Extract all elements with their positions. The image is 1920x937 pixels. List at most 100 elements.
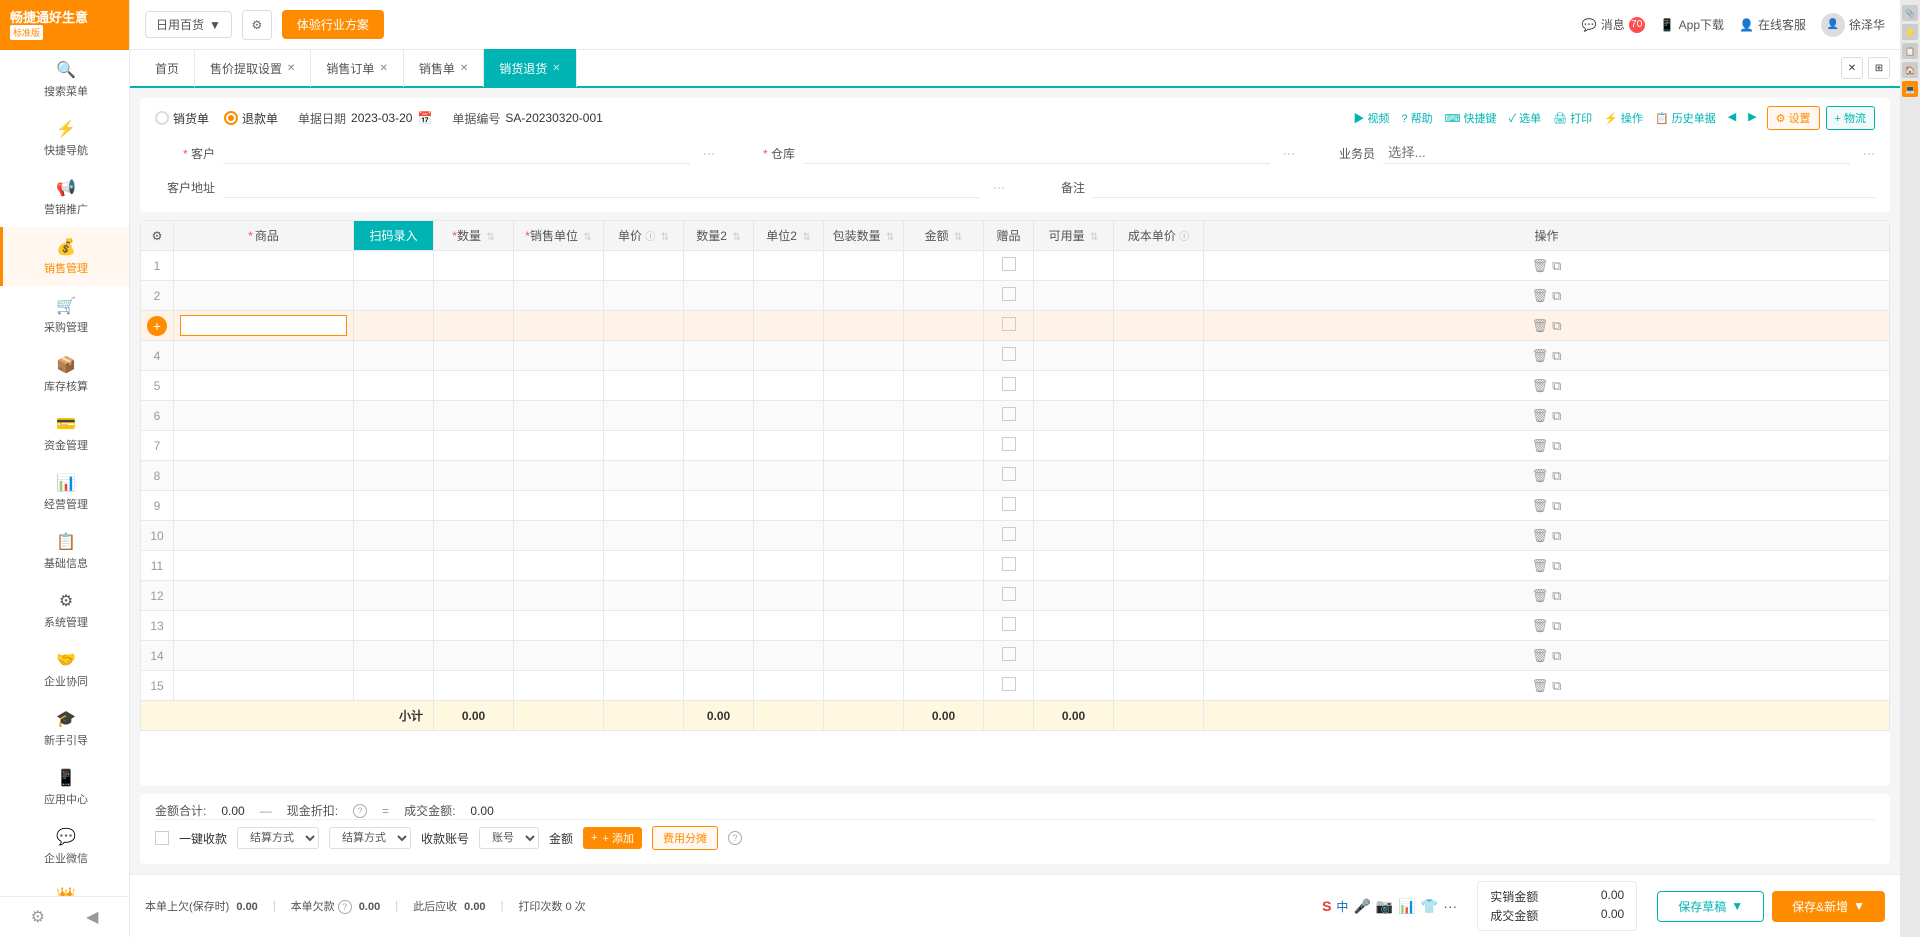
copy-row-button[interactable]: ⧉ (1552, 588, 1561, 604)
copy-row-button[interactable]: ⧉ (1552, 408, 1561, 424)
price-cell[interactable] (604, 611, 684, 641)
salesman-input[interactable] (1383, 142, 1850, 164)
pack-qty-cell[interactable] (824, 461, 904, 491)
unit-cell[interactable] (514, 251, 604, 281)
user-profile[interactable]: 👤 徐泽华 (1821, 13, 1885, 37)
operation-action[interactable]: ⚡ 操作 (1604, 110, 1643, 126)
close-icon[interactable]: ✕ (460, 63, 468, 74)
gift-cell[interactable] (984, 401, 1034, 431)
price-cell[interactable] (604, 401, 684, 431)
sidebar-item-apps[interactable]: 📱 应用中心 (0, 758, 129, 817)
th-settings[interactable]: ⚙ (141, 221, 174, 251)
product-input[interactable] (180, 315, 347, 336)
amount-cell[interactable] (904, 311, 984, 341)
panel-btn-3[interactable]: 📋 (1902, 43, 1918, 59)
calendar-icon[interactable]: 📅 (417, 111, 432, 125)
sidebar-item-enterprise[interactable]: 🤝 企业协同 (0, 640, 129, 699)
price-cell[interactable] (604, 371, 684, 401)
print-action[interactable]: 🖨 打印 (1553, 110, 1592, 126)
product-cell[interactable] (174, 641, 354, 671)
qty2-cell[interactable] (684, 281, 754, 311)
add-row-button[interactable]: + (147, 316, 167, 336)
delete-row-button[interactable]: 🗑 (1532, 618, 1549, 634)
pack-qty-cell[interactable] (824, 401, 904, 431)
qty-cell[interactable] (434, 641, 514, 671)
expand-tab-button[interactable]: ⊞ (1868, 57, 1890, 79)
sidebar-item-wechat[interactable]: 💬 企业微信 (0, 817, 129, 876)
settings-button[interactable]: ⚙ 设置 (1767, 106, 1820, 130)
product-cell[interactable] (174, 431, 354, 461)
gift-cell[interactable] (984, 461, 1034, 491)
qty2-cell[interactable] (684, 521, 754, 551)
shortcut-action[interactable]: ⌨ 快捷键 (1445, 110, 1497, 126)
app-download-item[interactable]: 📱 App下载 (1660, 16, 1724, 33)
warehouse-input[interactable]: 总仓 (803, 142, 1270, 164)
gift-checkbox[interactable] (1002, 407, 1016, 421)
amount-cell[interactable] (904, 431, 984, 461)
sidebar-item-purchase[interactable]: 🛒 采购管理 (0, 286, 129, 345)
gift-cell[interactable] (984, 611, 1034, 641)
unit-cell[interactable] (514, 491, 604, 521)
delete-row-button[interactable]: 🗑 (1532, 648, 1549, 664)
product-cell[interactable] (174, 341, 354, 371)
settlement-select[interactable]: 结算方式 (237, 827, 319, 849)
gift-checkbox[interactable] (1002, 647, 1016, 661)
pack-qty-cell[interactable] (824, 311, 904, 341)
add-payment-button[interactable]: + + 添加 (583, 827, 642, 849)
copy-row-button[interactable]: ⧉ (1552, 438, 1561, 454)
unit-cell[interactable] (514, 311, 604, 341)
qty-cell[interactable] (434, 551, 514, 581)
sidebar-item-operation[interactable]: 📊 经营管理 (0, 463, 129, 522)
gift-cell[interactable] (984, 641, 1034, 671)
pack-qty-cell[interactable] (824, 671, 904, 701)
gift-checkbox[interactable] (1002, 617, 1016, 631)
close-icon[interactable]: ✕ (379, 63, 387, 74)
notification-item[interactable]: 💬 消息 70 (1582, 16, 1645, 33)
panel-btn-5[interactable]: 💻 (1902, 81, 1918, 97)
customer-input[interactable] (223, 142, 690, 164)
qty-cell[interactable] (434, 401, 514, 431)
sidebar-item-marketing[interactable]: 📢 营销推广 (0, 168, 129, 227)
more-icon[interactable]: ··· (1443, 898, 1457, 914)
add-row-cell[interactable]: + (141, 311, 174, 341)
qty-cell[interactable] (434, 431, 514, 461)
amount-cell[interactable] (904, 251, 984, 281)
radio-sale[interactable]: 销货单 (155, 110, 209, 127)
sidebar-item-guide[interactable]: 🎓 新手引导 (0, 699, 129, 758)
warehouse-dots[interactable]: ··· (1283, 146, 1295, 160)
price-cell[interactable] (604, 251, 684, 281)
product-cell[interactable] (174, 311, 354, 341)
delete-row-button[interactable]: 🗑 (1532, 528, 1549, 544)
one-click-checkbox[interactable] (155, 831, 169, 845)
copy-row-button[interactable]: ⧉ (1552, 258, 1561, 274)
sidebar-item-shortcut[interactable]: ⚡ 快捷导航 (0, 109, 129, 168)
chart-icon[interactable]: 📊 (1398, 898, 1415, 915)
gift-checkbox[interactable] (1002, 557, 1016, 571)
price-cell[interactable] (604, 551, 684, 581)
unit-cell[interactable] (514, 551, 604, 581)
delete-row-button[interactable]: 🗑 (1532, 498, 1549, 514)
delete-row-button[interactable]: 🗑 (1532, 258, 1549, 274)
tab-home[interactable]: 首页 (140, 49, 195, 87)
product-cell[interactable] (174, 581, 354, 611)
delete-row-button[interactable]: 🗑 (1532, 588, 1549, 604)
qty-cell[interactable] (434, 671, 514, 701)
unit-cell[interactable] (514, 581, 604, 611)
pack-qty-cell[interactable] (824, 371, 904, 401)
add-logistics-button[interactable]: + 物流 (1826, 106, 1875, 130)
amount-cell[interactable] (904, 641, 984, 671)
customer-dots[interactable]: ··· (703, 146, 715, 160)
unit-cell[interactable] (514, 341, 604, 371)
sidebar-item-system[interactable]: ⚙ 系统管理 (0, 581, 129, 640)
copy-row-button[interactable]: ⧉ (1552, 468, 1561, 484)
pack-qty-cell[interactable] (824, 431, 904, 461)
qty2-cell[interactable] (684, 311, 754, 341)
qty2-cell[interactable] (684, 611, 754, 641)
copy-row-button[interactable]: ⧉ (1552, 288, 1561, 304)
gift-cell[interactable] (984, 251, 1034, 281)
product-cell[interactable] (174, 521, 354, 551)
date-value[interactable]: 2023-03-20 (351, 111, 412, 125)
qty2-cell[interactable] (684, 431, 754, 461)
gift-cell[interactable] (984, 491, 1034, 521)
pack-qty-cell[interactable] (824, 281, 904, 311)
